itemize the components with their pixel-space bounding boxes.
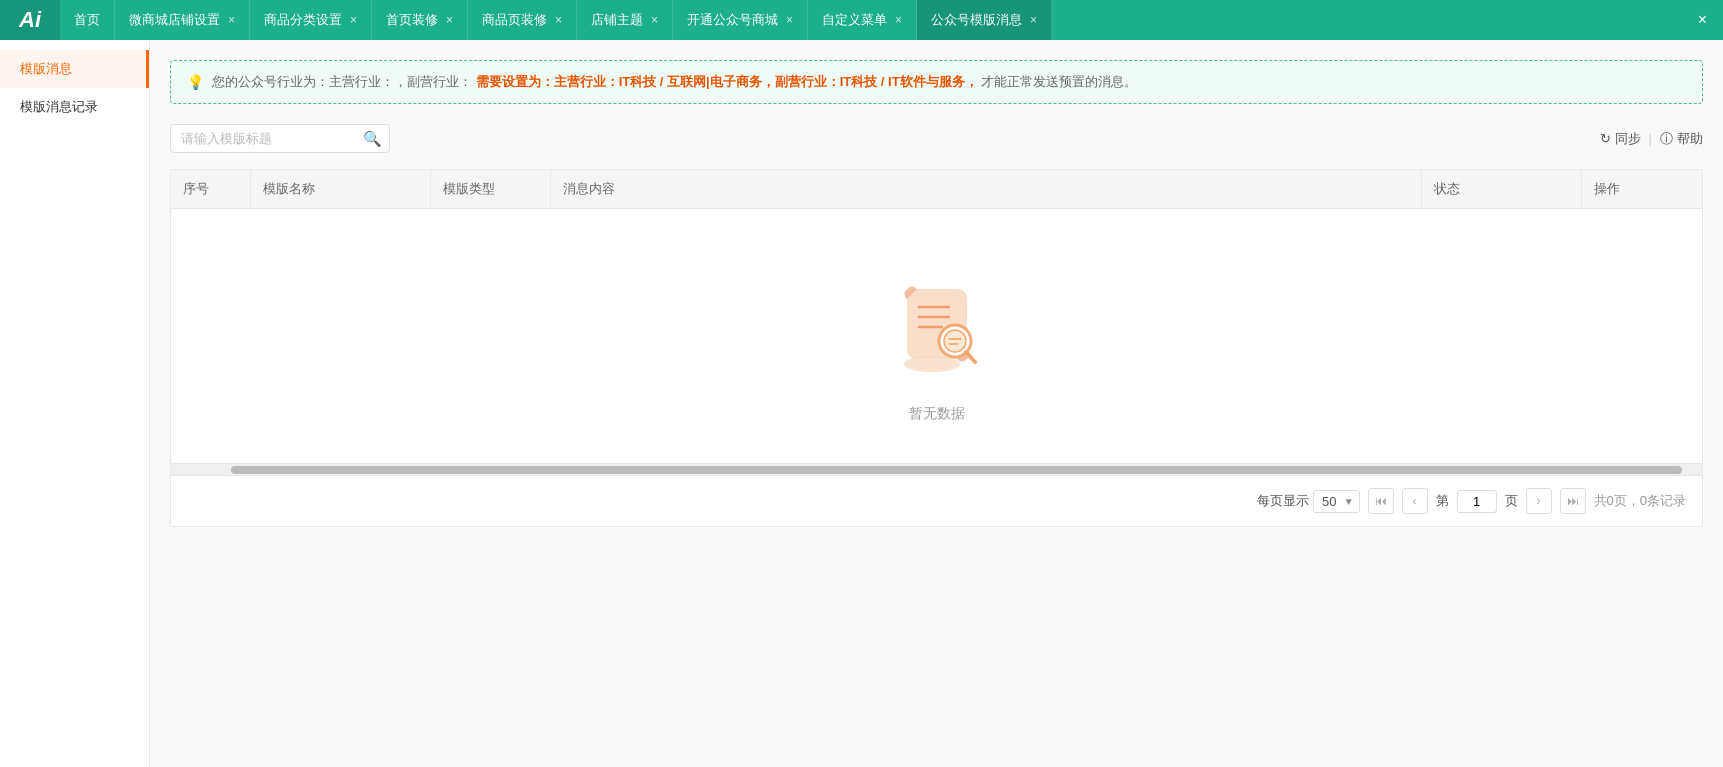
search-right: ↻ 同步 | ⓘ 帮助: [1600, 130, 1703, 148]
nav-tab-store[interactable]: 微商城店铺设置 ×: [115, 0, 250, 40]
nav-tab-home-decor-label: 首页装修: [386, 11, 438, 29]
banner-highlight: 需要设置为：主营行业：IT科技 / 互联网|电子商务，副营行业：IT科技 / I…: [476, 74, 978, 89]
nav-tab-menu[interactable]: 自定义菜单 ×: [808, 0, 917, 40]
nav-close-all-button[interactable]: ×: [1682, 11, 1723, 29]
nav-tab-home[interactable]: 首页: [60, 0, 115, 40]
search-bar: 🔍 ↻ 同步 | ⓘ 帮助: [170, 124, 1703, 153]
banner-text-after: 才能正常发送预置的消息。: [981, 74, 1137, 89]
sync-button[interactable]: ↻ 同步: [1600, 130, 1641, 148]
sidebar-item-template-msg-label: 模版消息: [20, 61, 72, 76]
empty-text: 暂无数据: [909, 405, 965, 423]
divider: |: [1649, 131, 1652, 146]
page-unit: 页: [1505, 492, 1518, 510]
col-template-name: 模版名称: [251, 170, 431, 208]
col-index: 序号: [171, 170, 251, 208]
nav-tab-home-label: 首页: [74, 11, 100, 29]
scrollbar-thumb[interactable]: [231, 466, 1682, 474]
page-label: 第: [1436, 492, 1449, 510]
sidebar: 模版消息 模版消息记录: [0, 40, 150, 767]
nav-tab-mall-label: 开通公众号商城: [687, 11, 778, 29]
col-message-content: 消息内容: [551, 170, 1422, 208]
content-area: 💡 您的公众号行业为：主营行业：，副营行业： 需要设置为：主营行业：IT科技 /…: [150, 40, 1723, 767]
page-last-button[interactable]: ⏭: [1560, 488, 1586, 514]
sidebar-item-template-msg[interactable]: 模版消息: [0, 50, 149, 88]
sync-label: 同步: [1615, 130, 1641, 148]
nav-tab-menu-label: 自定义菜单: [822, 11, 887, 29]
nav-tab-category[interactable]: 商品分类设置 ×: [250, 0, 372, 40]
help-label: 帮助: [1677, 130, 1703, 148]
nav-tab-theme-label: 店铺主题: [591, 11, 643, 29]
pagination: 每页显示 50 ▼ ⏮ ‹ 第 页 › ⏭ 共0页，0条记录: [171, 475, 1702, 526]
page-size-dropdown-wrapper[interactable]: 50 ▼: [1313, 490, 1359, 513]
nav-tab-template-msg-label: 公众号模版消息: [931, 11, 1022, 29]
nav-tab-store-label: 微商城店铺设置: [129, 11, 220, 29]
search-input-wrapper: 🔍: [170, 124, 390, 153]
svg-point-5: [944, 330, 966, 352]
banner-text-before: 您的公众号行业为：主营行业：，副营行业：: [212, 74, 472, 89]
info-banner: 💡 您的公众号行业为：主营行业：，副营行业： 需要设置为：主营行业：IT科技 /…: [170, 60, 1703, 104]
nav-tab-theme-close[interactable]: ×: [651, 13, 658, 27]
banner-text: 您的公众号行业为：主营行业：，副营行业： 需要设置为：主营行业：IT科技 / 互…: [212, 73, 1137, 91]
search-input[interactable]: [170, 124, 390, 153]
col-actions: 操作: [1582, 170, 1702, 208]
horizontal-scrollbar[interactable]: [171, 463, 1702, 475]
nav-tab-category-label: 商品分类设置: [264, 11, 342, 29]
col-status: 状态: [1422, 170, 1582, 208]
search-button[interactable]: 🔍: [363, 130, 382, 148]
nav-tab-template-msg-close[interactable]: ×: [1030, 13, 1037, 27]
main-layout: 模版消息 模版消息记录 💡 您的公众号行业为：主营行业：，副营行业： 需要设置为…: [0, 40, 1723, 767]
nav-tab-product-decor[interactable]: 商品页装修 ×: [468, 0, 577, 40]
nav-tab-mall-close[interactable]: ×: [786, 13, 793, 27]
page-size-label: 每页显示: [1257, 492, 1309, 510]
help-button[interactable]: ⓘ 帮助: [1660, 130, 1703, 148]
table-header: 序号 模版名称 模版类型 消息内容 状态 操作: [171, 170, 1702, 209]
help-icon: ⓘ: [1660, 130, 1673, 148]
nav-tab-category-close[interactable]: ×: [350, 13, 357, 27]
sidebar-item-template-msg-records-label: 模版消息记录: [20, 99, 98, 114]
nav-tab-store-close[interactable]: ×: [228, 13, 235, 27]
empty-illustration: [877, 269, 997, 389]
page-first-button[interactable]: ⏮: [1368, 488, 1394, 514]
sync-icon: ↻: [1600, 131, 1611, 146]
col-template-type: 模版类型: [431, 170, 551, 208]
nav-tab-product-decor-label: 商品页装修: [482, 11, 547, 29]
top-nav: Ai 首页 微商城店铺设置 × 商品分类设置 × 首页装修 × 商品页装修 × …: [0, 0, 1723, 40]
data-table: 序号 模版名称 模版类型 消息内容 状态 操作: [170, 169, 1703, 527]
search-left: 🔍: [170, 124, 390, 153]
sidebar-item-template-msg-records[interactable]: 模版消息记录: [0, 88, 149, 126]
page-size-value[interactable]: 50: [1313, 490, 1359, 513]
page-prev-button[interactable]: ‹: [1402, 488, 1428, 514]
nav-tab-home-decor[interactable]: 首页装修 ×: [372, 0, 468, 40]
logo: Ai: [0, 0, 60, 40]
nav-tab-mall[interactable]: 开通公众号商城 ×: [673, 0, 808, 40]
nav-tab-template-msg[interactable]: 公众号模版消息 ×: [917, 0, 1052, 40]
page-size-select: 每页显示 50 ▼: [1257, 490, 1359, 513]
page-next-button[interactable]: ›: [1526, 488, 1552, 514]
nav-tab-product-decor-close[interactable]: ×: [555, 13, 562, 27]
nav-tab-home-decor-close[interactable]: ×: [446, 13, 453, 27]
bulb-icon: 💡: [187, 74, 204, 90]
nav-tab-theme[interactable]: 店铺主题 ×: [577, 0, 673, 40]
total-info: 共0页，0条记录: [1594, 492, 1686, 510]
empty-state: 暂无数据: [171, 209, 1702, 463]
page-number-input[interactable]: [1457, 490, 1497, 513]
nav-tab-menu-close[interactable]: ×: [895, 13, 902, 27]
